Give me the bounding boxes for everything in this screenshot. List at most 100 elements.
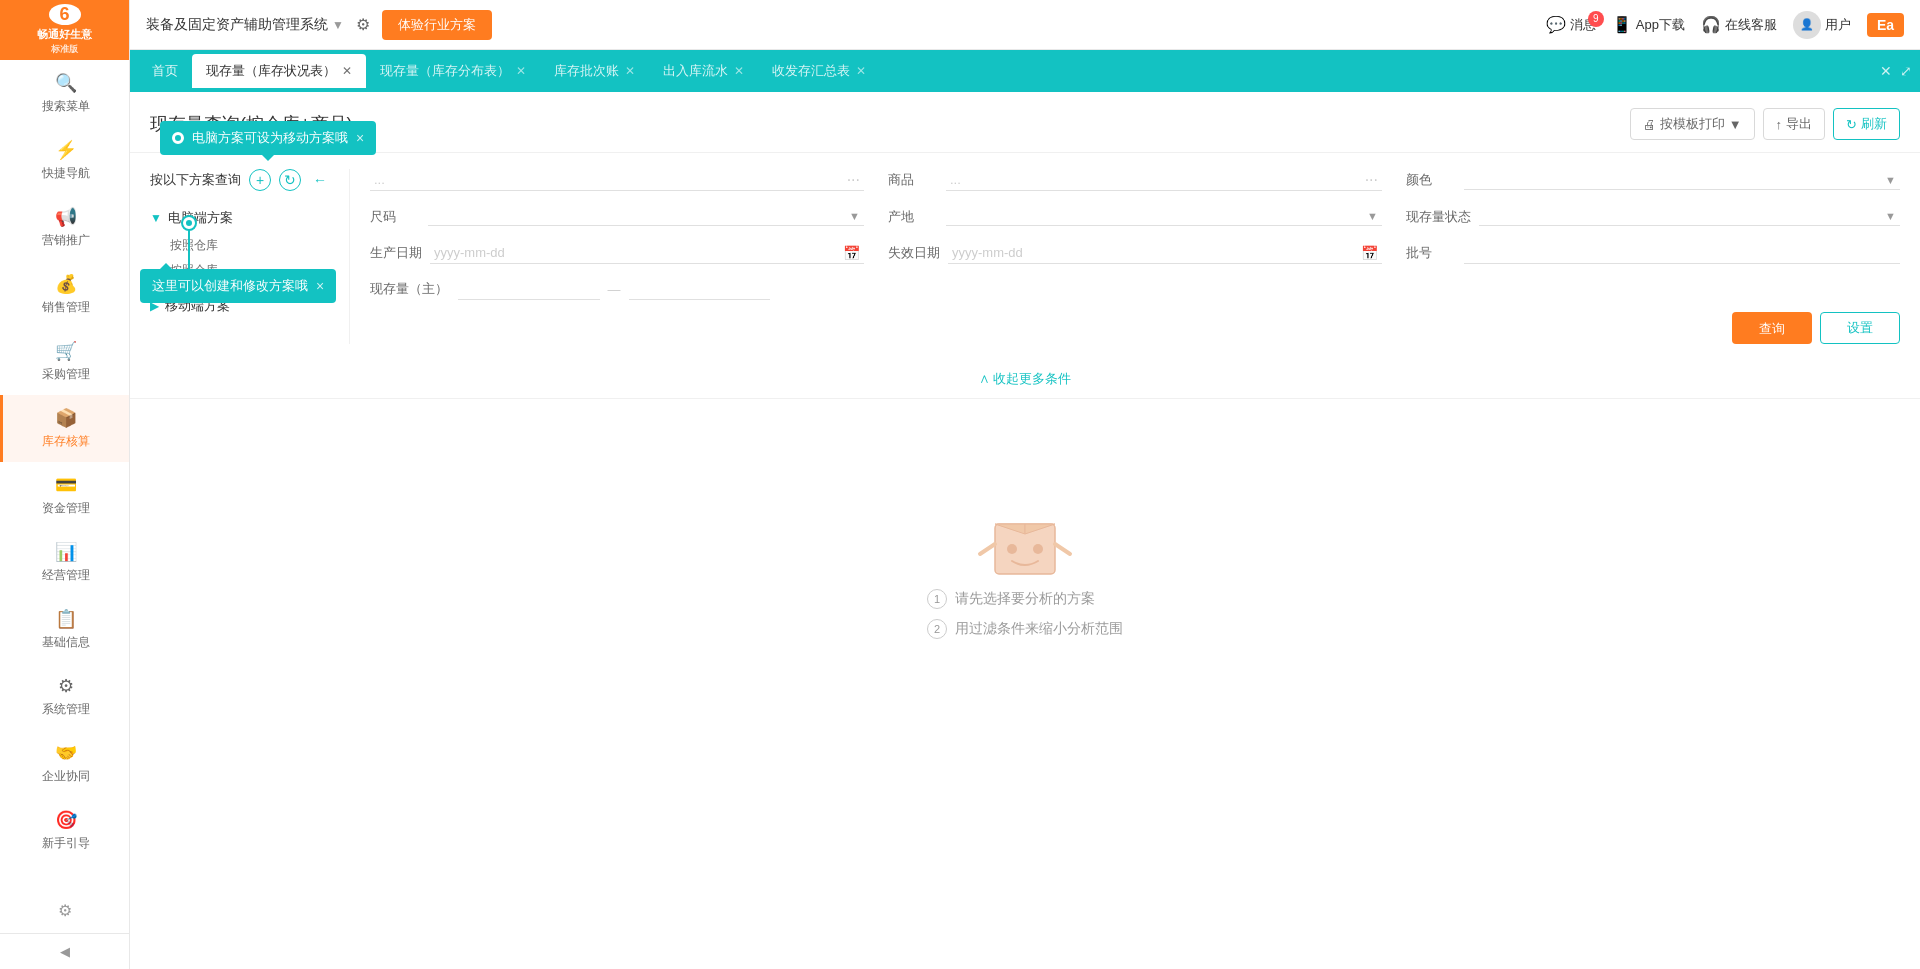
expiry-date-field: 失效日期 📅 <box>888 242 1382 264</box>
refresh-icon: ↻ <box>1846 117 1857 132</box>
sidebar-item-enterprise[interactable]: 🤝 企业协同 <box>0 730 129 797</box>
tab-close-collection-summary[interactable]: ✕ <box>856 64 866 78</box>
operations-icon: 📊 <box>55 541 77 563</box>
calendar-icon-1[interactable]: 📅 <box>839 243 864 263</box>
tab-close-inout-flow[interactable]: ✕ <box>734 64 744 78</box>
sidebar-item-guide[interactable]: 🎯 新手引导 <box>0 797 129 864</box>
tab-inventory-dist[interactable]: 现存量（库存分布表） ✕ <box>366 54 540 88</box>
goods-input-wrap: ··· <box>946 169 1382 191</box>
calendar-icon-2[interactable]: 📅 <box>1357 243 1382 263</box>
tooltip-text-2: 这里可以创建和修改方案哦 <box>152 277 308 295</box>
filter-scheme-panel: 按以下方案查询 + ↻ ← ▼ 电脑端方案 按照仓库 <box>150 169 350 344</box>
svg-line-3 <box>980 544 995 554</box>
tooltip-create-scheme: 这里可以创建和修改方案哦 × <box>140 269 336 303</box>
phone-icon: 📱 <box>1612 15 1632 34</box>
tab-home[interactable]: 首页 <box>138 54 192 88</box>
app-download-button[interactable]: 📱 App下载 <box>1612 15 1685 34</box>
print-button[interactable]: 🖨 按模板打印 ▼ <box>1630 108 1755 140</box>
reset-button[interactable]: 设置 <box>1820 312 1900 344</box>
production-date-input[interactable] <box>430 242 839 263</box>
origin-select[interactable]: ▼ <box>946 207 1382 226</box>
tab-batch-account[interactable]: 库存批次账 ✕ <box>540 54 649 88</box>
batch-input[interactable] <box>1464 242 1900 263</box>
system-title-dropdown[interactable]: 装备及固定资产辅助管理系统 ▼ <box>146 16 344 34</box>
filter-back-button[interactable]: ← <box>309 169 331 191</box>
tab-bar: 首页 现存量（库存状况表） ✕ 现存量（库存分布表） ✕ 库存批次账 ✕ 出入库… <box>130 50 1920 92</box>
batch-input-wrap <box>1464 242 1900 264</box>
stock-status-select[interactable]: ▼ <box>1479 207 1900 226</box>
warehouse-input-wrap: ··· <box>370 169 864 191</box>
sidebar-item-finance[interactable]: 💳 资金管理 <box>0 462 129 529</box>
export-button[interactable]: ↑ 导出 <box>1763 108 1826 140</box>
search-button[interactable]: 查询 <box>1732 312 1812 344</box>
sidebar: 6 畅通好生意 标准版 🔍 搜索菜单 ⚡ 快捷导航 📢 营销推广 💰 销售管理 … <box>0 0 130 969</box>
sidebar-item-quick-nav[interactable]: ⚡ 快捷导航 <box>0 127 129 194</box>
more-conditions-btn[interactable]: ∧ 收起更多条件 <box>130 360 1920 398</box>
sidebar-item-system[interactable]: ⚙ 系统管理 <box>0 663 129 730</box>
ea-badge: Ea <box>1867 13 1904 37</box>
desktop-arrow-icon: ▼ <box>150 211 162 225</box>
gear-button[interactable]: ⚙ <box>356 15 370 34</box>
tooltip-close-2[interactable]: × <box>316 278 324 294</box>
sidebar-item-marketing[interactable]: 📢 营销推广 <box>0 194 129 261</box>
stock-main-to[interactable] <box>629 278 805 299</box>
user-menu[interactable]: 👤 用户 <box>1793 11 1851 39</box>
stock-main-wrap <box>458 278 600 300</box>
goods-ellipsis-icon[interactable]: ··· <box>1361 171 1382 189</box>
origin-arrow-icon: ▼ <box>1367 210 1378 222</box>
tab-expand-btn[interactable]: ⤢ <box>1900 63 1912 79</box>
size-select[interactable]: ▼ <box>428 207 864 226</box>
page-actions: 🖨 按模板打印 ▼ ↑ 导出 ↻ 刷新 <box>1630 108 1900 140</box>
empty-illustration <box>970 479 1080 589</box>
size-label: 尺码 <box>370 208 420 226</box>
filter-label: 按以下方案查询 <box>150 171 241 189</box>
refresh-button[interactable]: ↻ 刷新 <box>1833 108 1900 140</box>
system-icon: ⚙ <box>58 675 74 697</box>
guide-icon: 🎯 <box>55 809 77 831</box>
sidebar-collapse-btn[interactable]: ◀ <box>0 933 129 969</box>
tab-close-batch-account[interactable]: ✕ <box>625 64 635 78</box>
tab-inventory-status[interactable]: 现存量（库存状况表） ✕ <box>192 54 366 88</box>
tab-close-inventory-dist[interactable]: ✕ <box>516 64 526 78</box>
scheme-child-1[interactable]: 按照仓库 <box>170 233 333 258</box>
desktop-scheme-group[interactable]: ▼ 电脑端方案 <box>150 203 333 233</box>
tab-inout-flow[interactable]: 出入库流水 ✕ <box>649 54 758 88</box>
message-badge: 9 <box>1588 11 1604 27</box>
support-button[interactable]: 🎧 在线客服 <box>1701 15 1777 34</box>
sidebar-item-operations[interactable]: 📊 经营管理 <box>0 529 129 596</box>
expiry-date-label: 失效日期 <box>888 244 940 262</box>
svg-line-4 <box>1055 544 1070 554</box>
sidebar-item-sales[interactable]: 💰 销售管理 <box>0 261 129 328</box>
sidebar-bottom: ⚙ ◀ <box>0 891 129 969</box>
expiry-date-input[interactable] <box>948 242 1357 263</box>
goods-input[interactable] <box>946 169 1361 190</box>
dropdown-arrow-icon: ▼ <box>332 18 344 32</box>
sidebar-item-inventory[interactable]: 📦 库存核算 <box>0 395 129 462</box>
sidebar-settings-btn[interactable]: ⚙ <box>0 891 129 933</box>
tab-close-inventory-status[interactable]: ✕ <box>342 64 352 78</box>
scheme-child-1-label: 按照仓库 <box>170 237 218 254</box>
tab-close-all-btn[interactable]: ✕ <box>1880 63 1892 79</box>
print-dropdown-icon: ▼ <box>1729 117 1742 132</box>
warehouse-input[interactable] <box>370 169 843 190</box>
filter-refresh-button[interactable]: ↻ <box>279 169 301 191</box>
collapse-icon: ◀ <box>60 944 70 959</box>
settings-icon: ⚙ <box>58 901 72 920</box>
filter-add-button[interactable]: + <box>249 169 271 191</box>
sidebar-item-basic[interactable]: 📋 基础信息 <box>0 596 129 663</box>
color-select[interactable]: ▼ <box>1464 171 1900 190</box>
warehouse-ellipsis-icon[interactable]: ··· <box>843 171 864 189</box>
experience-button[interactable]: 体验行业方案 <box>382 10 492 40</box>
filter-grid: ··· 商品 ··· 颜色 <box>370 169 1900 264</box>
production-date-field: 生产日期 📅 <box>370 242 864 264</box>
message-icon: 💬 <box>1546 15 1566 34</box>
tooltip-text-1: 电脑方案可设为移动方案哦 <box>192 129 348 147</box>
sidebar-item-search-menu[interactable]: 🔍 搜索菜单 <box>0 60 129 127</box>
goods-label: 商品 <box>888 171 938 189</box>
tooltip-close-1[interactable]: × <box>356 130 364 146</box>
origin-field: 产地 ▼ <box>888 207 1382 226</box>
user-avatar: 👤 <box>1793 11 1821 39</box>
sidebar-item-purchase[interactable]: 🛒 采购管理 <box>0 328 129 395</box>
tab-collection-summary[interactable]: 收发存汇总表 ✕ <box>758 54 880 88</box>
message-button[interactable]: 💬 消息 9 <box>1546 15 1596 34</box>
